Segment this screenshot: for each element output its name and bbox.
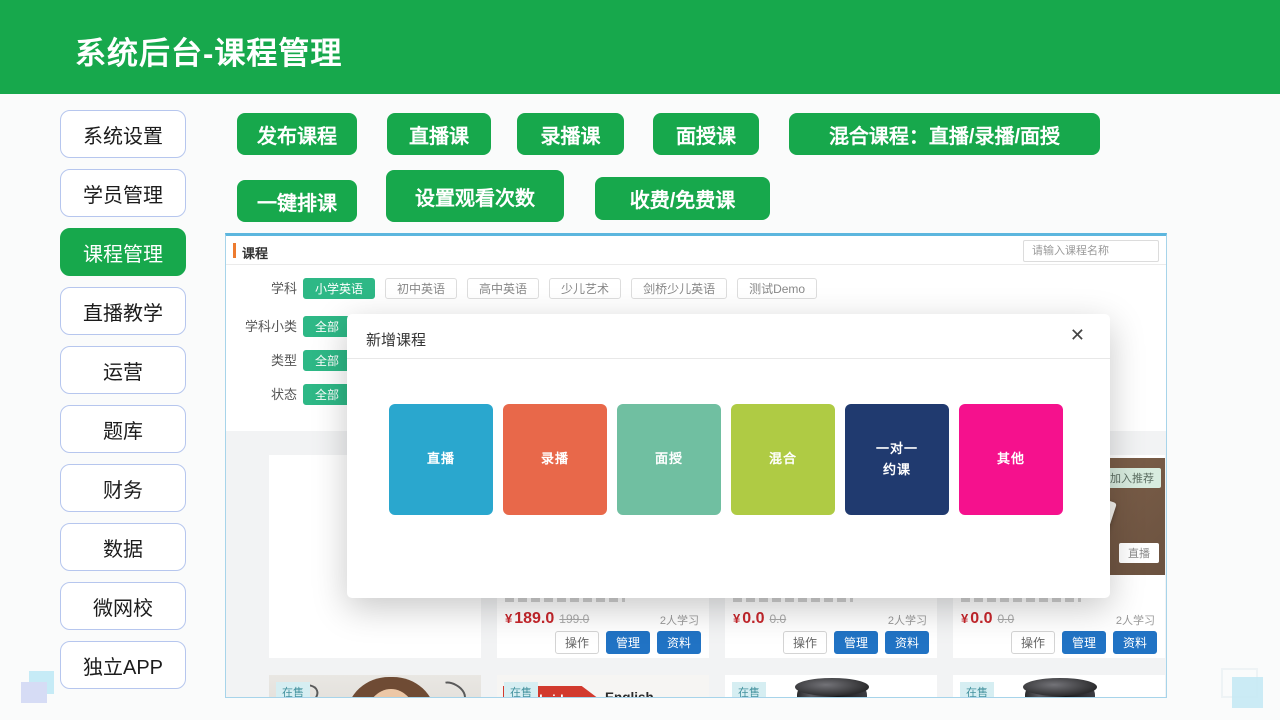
filter-chip-senior-english[interactable]: 高中英语	[467, 278, 539, 299]
filter-chip-all-status[interactable]: 全部	[303, 384, 351, 405]
currency-symbol: ¥	[961, 611, 968, 626]
recorded-course-button[interactable]: 录播课	[517, 113, 624, 155]
sidebar-item-student-management[interactable]: 学员管理	[60, 169, 186, 217]
course-thumbnail[interactable]: 在售	[269, 675, 481, 698]
on-sale-badge: 在售	[504, 682, 538, 698]
lens-product-image	[797, 685, 867, 698]
students-count: 2人学习	[888, 612, 927, 628]
manage-button[interactable]: 管理	[606, 631, 650, 654]
course-thumbnail[interactable]: Cambridge English Qualifications 在售	[497, 675, 709, 698]
publish-course-button[interactable]: 发布课程	[237, 113, 357, 155]
operate-button[interactable]: 操作	[1011, 631, 1055, 654]
type-card-mixed[interactable]: 混合	[731, 404, 835, 515]
on-sale-badge: 在售	[276, 682, 310, 698]
on-sale-badge: 在售	[732, 682, 766, 698]
filter-label: 状态	[226, 384, 297, 406]
type-card-other[interactable]: 其他	[959, 404, 1063, 515]
manage-button[interactable]: 管理	[1062, 631, 1106, 654]
filter-chip-cambridge-kids-english[interactable]: 剑桥少儿英语	[631, 278, 727, 299]
sidebar: 系统设置 学员管理 课程管理 直播教学 运营 题库 财务 数据 微网校 独立AP…	[60, 110, 186, 689]
add-course-modal: 新增课程 ✕ 直播 录播 面授 混合 一对一 约课 其他	[347, 314, 1110, 598]
operate-button[interactable]: 操作	[783, 631, 827, 654]
course-original-price: 0.0	[769, 612, 786, 626]
cambridge-caption: English Qualifications	[605, 690, 709, 698]
type-card-one-on-one[interactable]: 一对一 约课	[845, 404, 949, 515]
filter-row-subject: 学科 小学英语 初中英语 高中英语 少儿艺术 剑桥少儿英语 测试Demo	[226, 278, 1166, 300]
course-type-cards: 直播 录播 面授 混合 一对一 约课 其他	[389, 404, 1063, 515]
panel-title: 课程	[242, 243, 268, 262]
type-card-recorded[interactable]: 录播	[503, 404, 607, 515]
paid-free-course-button[interactable]: 收费/免费课	[595, 177, 770, 220]
students-count: 2人学习	[660, 612, 699, 628]
filter-label: 学科	[226, 278, 297, 300]
course-thumbnail[interactable]: 在售	[725, 675, 937, 698]
sidebar-item-live-teaching[interactable]: 直播教学	[60, 287, 186, 335]
filter-chip-primary-english[interactable]: 小学英语	[303, 278, 375, 299]
sidebar-item-finance[interactable]: 财务	[60, 464, 186, 512]
sidebar-item-data[interactable]: 数据	[60, 523, 186, 571]
modal-title: 新增课程	[366, 329, 426, 350]
sidebar-item-question-bank[interactable]: 题库	[60, 405, 186, 453]
course-price: 0.0	[742, 610, 764, 627]
sidebar-item-course-management[interactable]: 课程管理	[60, 228, 186, 276]
material-button[interactable]: 资料	[657, 631, 701, 654]
type-card-live[interactable]: 直播	[389, 404, 493, 515]
one-click-scheduling-button[interactable]: 一键排课	[237, 180, 357, 222]
lens-product-image	[1025, 685, 1095, 698]
modal-divider	[347, 358, 1110, 359]
course-thumbnail[interactable]: 在售	[953, 675, 1165, 698]
currency-symbol: ¥	[733, 611, 740, 626]
filter-label: 学科小类	[226, 316, 297, 338]
mixed-course-button[interactable]: 混合课程：直播/录播/面授	[789, 113, 1100, 155]
recommend-badge[interactable]: 加入推荐	[1103, 468, 1161, 488]
filter-label: 类型	[226, 350, 297, 372]
course-original-price: 0.0	[997, 612, 1014, 626]
filter-chip-test-demo[interactable]: 测试Demo	[737, 278, 817, 299]
course-price: 0.0	[970, 610, 992, 627]
live-type-tag: 直播	[1119, 543, 1159, 563]
filter-chip-all-subcategory[interactable]: 全部	[303, 316, 351, 337]
panel-header: 课程	[226, 236, 1166, 265]
decor-square-cyan	[1232, 677, 1263, 708]
doodle-sketch	[434, 677, 470, 698]
course-price: 189.0	[514, 610, 554, 627]
sidebar-item-micro-school[interactable]: 微网校	[60, 582, 186, 630]
manage-button[interactable]: 管理	[834, 631, 878, 654]
offline-course-button[interactable]: 面授课	[653, 113, 759, 155]
decor-square-lavender	[21, 682, 47, 703]
operate-button[interactable]: 操作	[555, 631, 599, 654]
currency-symbol: ¥	[505, 611, 512, 626]
filter-chip-kids-art[interactable]: 少儿艺术	[549, 278, 621, 299]
sidebar-item-system-settings[interactable]: 系统设置	[60, 110, 186, 158]
live-course-button[interactable]: 直播课	[387, 113, 491, 155]
page-title: 系统后台-课程管理	[75, 28, 342, 73]
type-card-offline[interactable]: 面授	[617, 404, 721, 515]
course-search-input[interactable]	[1023, 240, 1159, 262]
material-button[interactable]: 资料	[1113, 631, 1157, 654]
view-limit-button[interactable]: 设置观看次数	[386, 170, 564, 222]
students-count: 2人学习	[1116, 612, 1155, 628]
filter-chip-all-type[interactable]: 全部	[303, 350, 351, 371]
material-button[interactable]: 资料	[885, 631, 929, 654]
sidebar-item-operations[interactable]: 运营	[60, 346, 186, 394]
on-sale-badge: 在售	[960, 682, 994, 698]
course-original-price: 199.0	[559, 612, 589, 626]
title-accent-bar	[233, 243, 236, 258]
filter-chip-junior-english[interactable]: 初中英语	[385, 278, 457, 299]
app-header: 系统后台-课程管理	[0, 0, 1280, 94]
sidebar-item-standalone-app[interactable]: 独立APP	[60, 641, 186, 689]
close-icon[interactable]: ✕	[1070, 326, 1085, 344]
